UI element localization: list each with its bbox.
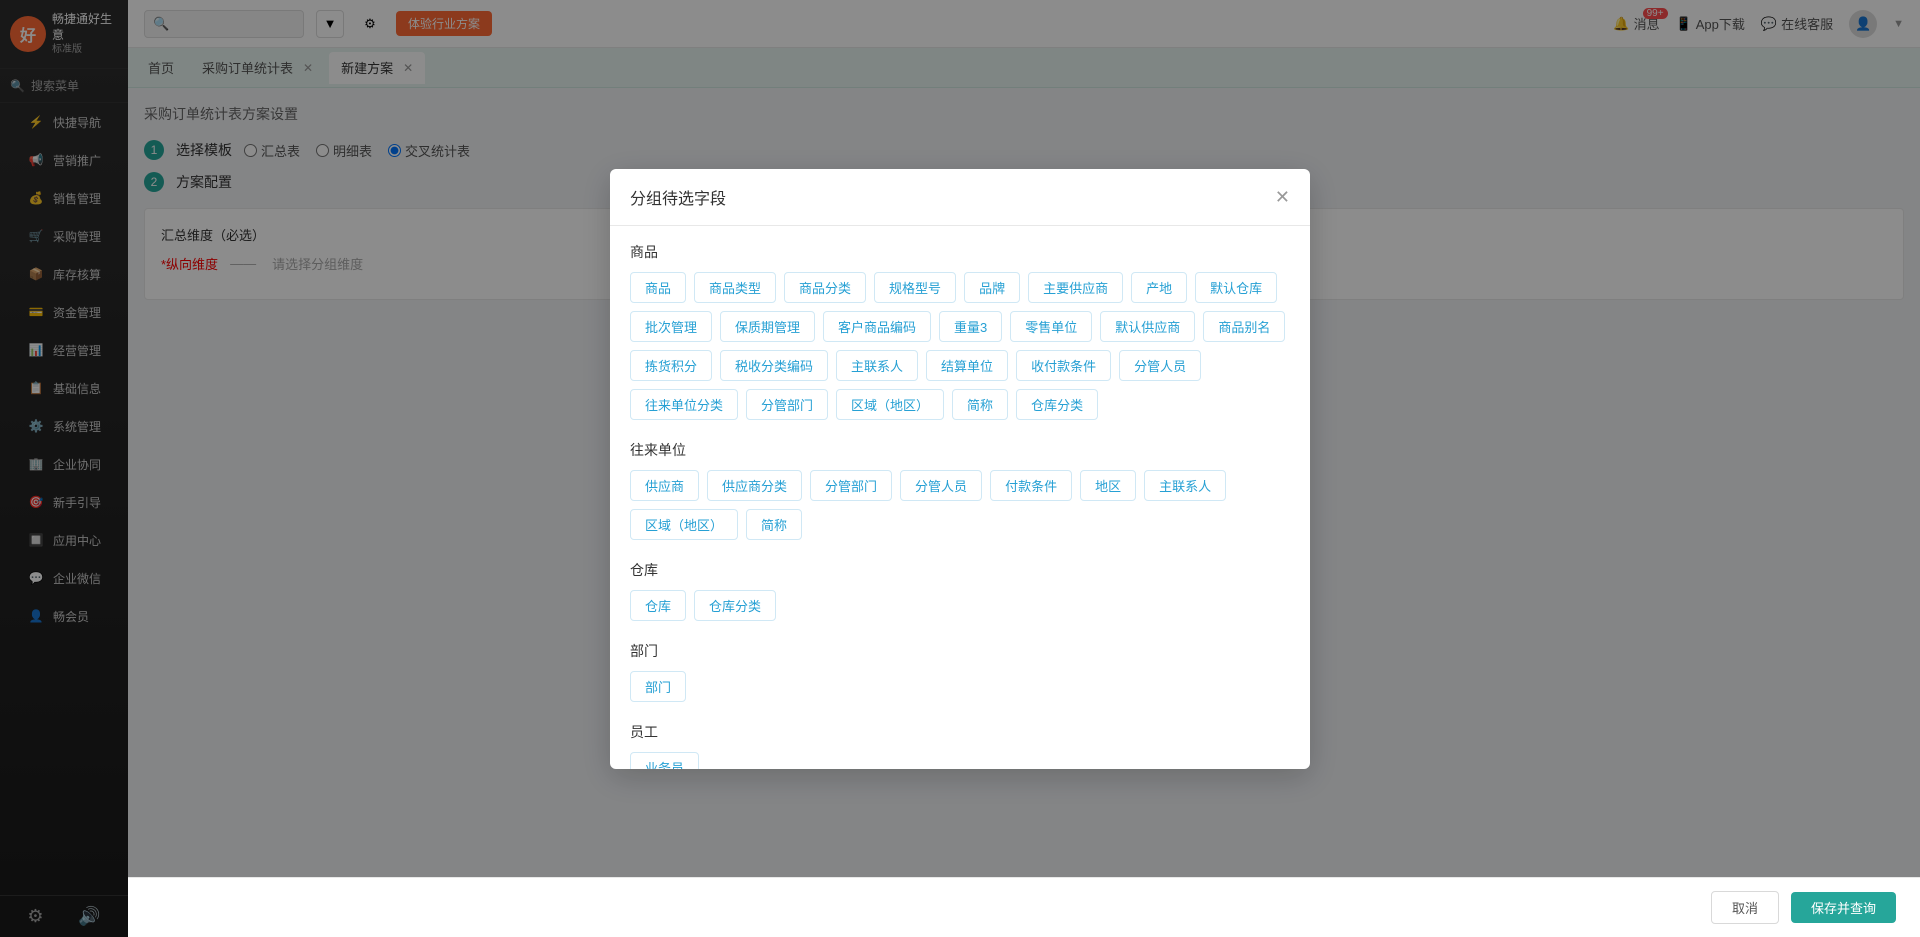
field-tag-零售单位[interactable]: 零售单位 [1010,311,1092,342]
cancel-button[interactable]: 取消 [1711,891,1779,924]
field-tag-规格型号[interactable]: 规格型号 [874,272,956,303]
field-tag-默认仓库[interactable]: 默认仓库 [1195,272,1277,303]
field-tag-商品[interactable]: 商品 [630,272,686,303]
field-tag-往来单位分类[interactable]: 往来单位分类 [630,389,738,420]
field-tag-税收分类编码[interactable]: 税收分类编码 [720,350,828,381]
field-tags-employee: 业务员 [630,752,1290,769]
field-tag-供应商[interactable]: 供应商 [630,470,699,501]
field-tag-仓库[interactable]: 仓库 [630,590,686,621]
field-tag-拣货积分[interactable]: 拣货积分 [630,350,712,381]
field-tag-简称[interactable]: 简称 [952,389,1008,420]
field-tag-供应商分类[interactable]: 供应商分类 [707,470,802,501]
field-tag-客户商品编码[interactable]: 客户商品编码 [823,311,931,342]
field-section-title-warehouse: 仓库 [630,560,1290,580]
field-tag-收付款条件[interactable]: 收付款条件 [1016,350,1111,381]
field-section-warehouse: 仓库仓库仓库分类 [630,560,1290,621]
field-tag-分管人员[interactable]: 分管人员 [1119,350,1201,381]
field-tag-主联系人[interactable]: 主联系人 [1144,470,1226,501]
field-section-title-employee: 员工 [630,722,1290,742]
field-section-department: 部门部门 [630,641,1290,702]
field-section-employee: 员工业务员 [630,722,1290,769]
field-select-modal: 分组待选字段 ✕ 商品商品商品类型商品分类规格型号品牌主要供应商产地默认仓库批次… [610,169,1310,769]
field-tag-主要供应商[interactable]: 主要供应商 [1028,272,1123,303]
field-tags-product: 商品商品类型商品分类规格型号品牌主要供应商产地默认仓库批次管理保质期管理客户商品… [630,272,1290,420]
field-tag-批次管理[interactable]: 批次管理 [630,311,712,342]
field-tag-商品类型[interactable]: 商品类型 [694,272,776,303]
field-tags-partner: 供应商供应商分类分管部门分管人员付款条件地区主联系人区域（地区） 简称 [630,470,1290,540]
save-button[interactable]: 保存并查询 [1791,892,1896,923]
modal-body[interactable]: 商品商品商品类型商品分类规格型号品牌主要供应商产地默认仓库批次管理保质期管理客户… [610,226,1310,769]
field-tag-仓库分类[interactable]: 仓库分类 [694,590,776,621]
modal-footer: 取消 保存并查询 [128,877,1920,937]
field-tags-department: 部门 [630,671,1290,702]
field-tag-地区[interactable]: 地区 [1080,470,1136,501]
field-tag-默认供应商[interactable]: 默认供应商 [1100,311,1195,342]
modal-close-button[interactable]: ✕ [1275,188,1290,206]
field-tag-分管部门[interactable]: 分管部门 [810,470,892,501]
field-tag-重量3[interactable]: 重量3 [939,311,1002,342]
field-tag-结算单位[interactable]: 结算单位 [926,350,1008,381]
field-tag-仓库分类[interactable]: 仓库分类 [1016,389,1098,420]
field-section-title-partner: 往来单位 [630,440,1290,460]
field-tag-品牌[interactable]: 品牌 [964,272,1020,303]
field-tag-保质期管理[interactable]: 保质期管理 [720,311,815,342]
field-section-title-department: 部门 [630,641,1290,661]
field-tag-付款条件[interactable]: 付款条件 [990,470,1072,501]
field-section-title-product: 商品 [630,242,1290,262]
modal-title: 分组待选字段 [630,185,726,209]
field-section-product: 商品商品商品类型商品分类规格型号品牌主要供应商产地默认仓库批次管理保质期管理客户… [630,242,1290,420]
field-tag-部门[interactable]: 部门 [630,671,686,702]
field-tag-业务员[interactable]: 业务员 [630,752,699,769]
field-section-partner: 往来单位供应商供应商分类分管部门分管人员付款条件地区主联系人区域（地区） 简称 [630,440,1290,540]
field-tag-主联系人[interactable]: 主联系人 [836,350,918,381]
field-tag-简称[interactable]: 简称 [746,509,802,540]
field-tag-分管部门[interactable]: 分管部门 [746,389,828,420]
modal-header: 分组待选字段 ✕ [610,169,1310,226]
field-tag-分管人员[interactable]: 分管人员 [900,470,982,501]
field-tag-区域（地区）[interactable]: 区域（地区） [836,389,944,420]
field-tags-warehouse: 仓库仓库分类 [630,590,1290,621]
field-tag-商品别名[interactable]: 商品别名 [1203,311,1285,342]
field-tag-产地[interactable]: 产地 [1131,272,1187,303]
field-tag-商品分类[interactable]: 商品分类 [784,272,866,303]
field-tag-区域（地区）[interactable]: 区域（地区） [630,509,738,540]
